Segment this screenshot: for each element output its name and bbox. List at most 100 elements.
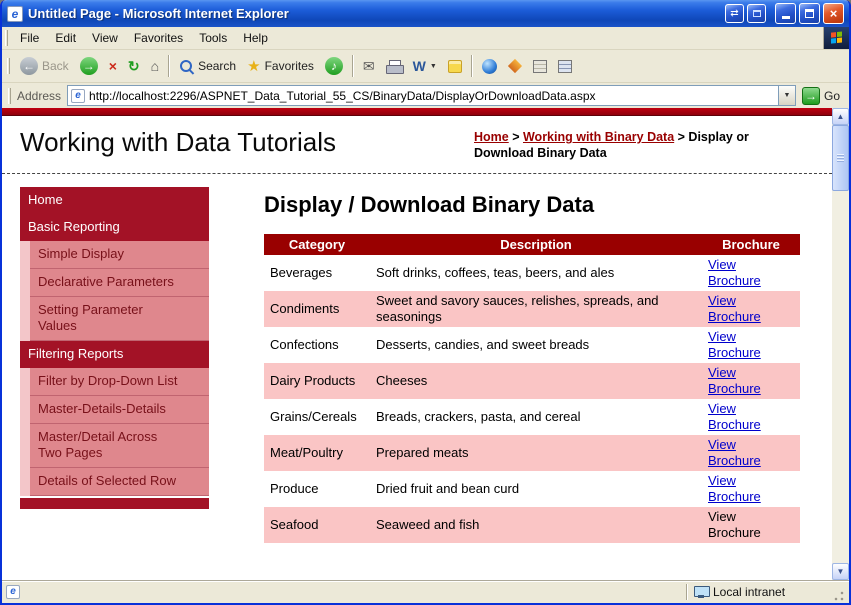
discuss-icon — [447, 59, 462, 73]
window-mode-button[interactable] — [747, 4, 766, 23]
sidebar-item-simple-display[interactable]: Simple Display — [20, 241, 209, 269]
calculator-icon — [532, 59, 547, 73]
address-url: http://localhost:2296/ASPNET_Data_Tutori… — [89, 88, 596, 103]
messenger-button[interactable] — [477, 56, 502, 77]
cell-category: Dairy Products — [264, 363, 370, 399]
sidebar-nav: Home Basic Reporting Simple Display Declara… — [20, 187, 209, 509]
close-button[interactable]: × — [823, 3, 844, 24]
search-button[interactable]: Search — [174, 56, 241, 77]
scroll-thumb[interactable] — [832, 125, 849, 191]
status-message — [26, 584, 680, 601]
menu-item-favorites[interactable]: Favorites — [126, 28, 191, 48]
tools-grid-button[interactable] — [553, 57, 577, 76]
sidebar-item-filter-by-drop-down-list[interactable]: Filter by Drop-Down List — [20, 368, 209, 396]
column-header-category: Category — [264, 234, 370, 255]
breadcrumb-link[interactable]: Working with Binary Data — [523, 130, 674, 144]
back-button[interactable]: ← Back — [15, 54, 74, 78]
security-zone: Local intranet — [694, 585, 826, 599]
grid-icon — [557, 59, 572, 73]
home-button[interactable]: ⌂ — [146, 56, 164, 76]
favorites-label: Favorites — [264, 59, 314, 73]
address-input[interactable]: e http://localhost:2296/ASPNET_Data_Tuto… — [67, 85, 796, 106]
back-label: Back — [42, 59, 69, 73]
sidebar-item-filtering-reports[interactable]: Filtering Reports — [20, 341, 209, 368]
table-row: Meat/Poultry Prepared meats View Brochure — [264, 435, 800, 471]
standard-buttons-toolbar: ← Back → × ↻ ⌂ Search ★ Favorites ♪ ✉ W … — [2, 50, 849, 83]
favorites-button[interactable]: ★ Favorites — [242, 56, 319, 77]
view-brochure-link[interactable]: View Brochure — [708, 329, 766, 361]
cell-brochure: View Brochure — [702, 507, 800, 543]
cell-description: Desserts, candies, and sweet breads — [376, 337, 590, 352]
scroll-down-button[interactable]: ▼ — [832, 563, 849, 580]
back-icon: ← — [20, 57, 38, 75]
table-row: Condiments Sweet and savory sauces, relis… — [264, 291, 800, 327]
cell-category: Produce — [270, 481, 319, 496]
view-brochure-link[interactable]: View Brochure — [708, 365, 766, 397]
menu-item-view[interactable]: View — [84, 28, 126, 48]
toolbar-grip[interactable] — [5, 30, 8, 46]
view-brochure-link[interactable]: View Brochure — [708, 401, 766, 433]
discuss-button[interactable] — [443, 57, 467, 76]
print-button[interactable] — [381, 57, 407, 76]
cell-brochure: View Brochure — [702, 399, 800, 435]
address-bar: Address e http://localhost:2296/ASPNET_D… — [2, 83, 849, 108]
stop-button[interactable]: × — [104, 56, 122, 76]
maximize-button[interactable] — [799, 3, 820, 24]
table-row: Dairy Products Cheeses View Brochure — [264, 363, 800, 399]
resize-grip[interactable] — [832, 590, 845, 603]
view-brochure-link[interactable]: View Brochure — [708, 473, 766, 505]
refresh-button[interactable]: ↻ — [123, 56, 145, 76]
mail-button[interactable]: ✉ — [358, 56, 380, 76]
column-header-description: Description — [370, 234, 702, 255]
ie-document-icon: e — [7, 5, 23, 22]
home-icon: ⌂ — [150, 58, 160, 74]
sidebar-item-master-details-details[interactable]: Master-Details-Details — [20, 396, 209, 424]
menu-item-file[interactable]: File — [12, 28, 47, 48]
address-dropdown-button[interactable]: ▼ — [777, 86, 795, 105]
table-row: Beverages Soft drinks, coffees, teas, bee… — [264, 255, 800, 291]
toolbar-grip[interactable] — [7, 58, 10, 74]
view-brochure-link[interactable]: View Brochure — [708, 257, 766, 289]
edit-with-word-button[interactable]: W ▼ — [408, 56, 442, 76]
menu-item-help[interactable]: Help — [235, 28, 276, 48]
scroll-up-button[interactable]: ▲ — [832, 108, 849, 125]
sidebar-item-partial[interactable] — [20, 498, 209, 509]
screen-toggle-button[interactable]: ⇄ — [725, 4, 744, 23]
sidebar-item-setting-parameter-values[interactable]: Setting Parameter Values — [20, 297, 209, 341]
view-brochure-link[interactable]: View Brochure — [708, 437, 766, 469]
windows-throbber-icon — [823, 27, 849, 49]
menu-item-edit[interactable]: Edit — [47, 28, 84, 48]
sidebar-item-details-of-selected-row[interactable]: Details of Selected Row — [20, 468, 209, 496]
toolbar-grip[interactable] — [8, 87, 11, 104]
cell-brochure: View Brochure — [702, 435, 800, 471]
menu-item-tools[interactable]: Tools — [191, 28, 235, 48]
chevron-down-icon: ▼ — [783, 92, 791, 99]
breadcrumb-link[interactable]: Home — [474, 130, 509, 144]
minimize-button[interactable] — [775, 3, 796, 24]
toolbar-separator — [168, 55, 171, 77]
categories-table: Category Description Brochure Beverages Sof… — [264, 234, 800, 543]
view-brochure-link[interactable]: View Brochure — [708, 293, 766, 325]
sidebar-item-master-detail-across-two-pages[interactable]: Master/Detail Across Two Pages — [20, 424, 209, 468]
cell-description: Prepared meats — [370, 435, 702, 471]
sidebar-item-home[interactable]: Home — [20, 187, 209, 214]
sidebar-item-declarative-parameters[interactable]: Declarative Parameters — [20, 269, 209, 297]
quick-launch-button[interactable] — [503, 56, 527, 76]
cell-brochure: View Brochure — [702, 363, 800, 399]
page-header: Working with Data Tutorials Home > Worki… — [2, 116, 832, 173]
forward-button[interactable]: → — [75, 54, 103, 78]
print-icon — [385, 59, 404, 74]
toolbar-separator — [351, 55, 354, 77]
sidebar-item-basic-reporting[interactable]: Basic Reporting — [20, 214, 209, 241]
media-button[interactable]: ♪ — [320, 54, 348, 78]
status-document-icon: e — [6, 585, 20, 599]
media-icon: ♪ — [324, 57, 343, 75]
research-button[interactable] — [528, 57, 552, 76]
go-button[interactable]: → Go — [796, 86, 846, 105]
cell-brochure: View Brochure — [702, 255, 800, 291]
vertical-scrollbar[interactable]: ▲ ▼ — [832, 108, 849, 580]
word-icon: W — [412, 58, 426, 74]
ie-window: e Untitled Page - Microsoft Internet Exp… — [0, 0, 851, 605]
title-bar[interactable]: e Untitled Page - Microsoft Internet Exp… — [2, 0, 849, 27]
top-red-band — [2, 108, 832, 116]
